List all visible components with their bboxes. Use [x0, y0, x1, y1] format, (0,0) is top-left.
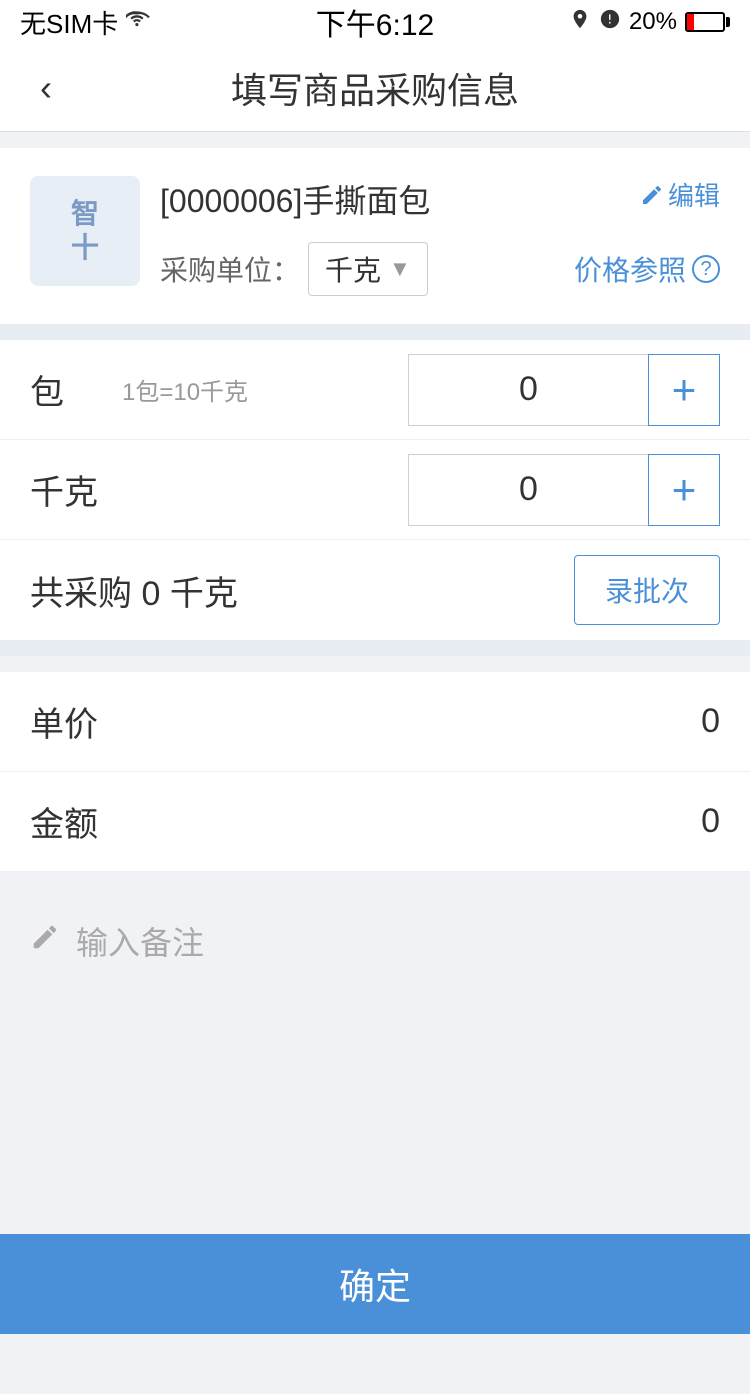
- unit-price-value: 0: [701, 702, 720, 741]
- battery-percent: 20%: [629, 8, 677, 36]
- price-section: 单价 0 金额 0: [0, 672, 750, 872]
- price-ref-button[interactable]: 价格参照 ?: [574, 249, 720, 289]
- unit-price-row: 单价 0: [0, 672, 750, 772]
- bag-qty-input[interactable]: 0: [408, 354, 648, 426]
- unit-select[interactable]: 千克 ▼: [308, 242, 428, 296]
- notes-section[interactable]: 输入备注: [0, 888, 750, 994]
- alarm-icon: [599, 8, 621, 37]
- bag-hint: 1包=10千克: [122, 372, 408, 407]
- summary-text: 共采购 0 千克: [30, 566, 238, 615]
- input-section: 包 1包=10千克 0 + 千克 +: [0, 340, 750, 540]
- page-title: 填写商品采购信息: [231, 62, 519, 114]
- bag-input-row: 包 1包=10千克 0 +: [0, 340, 750, 440]
- chevron-down-icon: ▼: [389, 256, 411, 282]
- bag-plus-button[interactable]: +: [648, 354, 720, 426]
- info-icon: ?: [692, 255, 720, 283]
- location-icon: [569, 8, 591, 37]
- wifi-icon: [126, 7, 154, 38]
- notes-placeholder[interactable]: 输入备注: [76, 918, 204, 964]
- section-divider-1: [0, 324, 750, 340]
- amount-value: 0: [701, 802, 720, 841]
- summary-row: 共采购 0 千克 录批次: [0, 540, 750, 640]
- price-ref-label: 价格参照: [574, 249, 686, 289]
- battery-icon: [685, 12, 730, 32]
- amount-row: 金额 0: [0, 772, 750, 872]
- status-bar-right: 20%: [569, 8, 730, 37]
- kg-qty-input[interactable]: [408, 454, 648, 526]
- bag-input-right: 0 +: [408, 354, 720, 426]
- carrier-label: 无SIM卡: [20, 4, 118, 41]
- status-bar-time: 下午6:12: [316, 0, 434, 44]
- unit-value: 千克: [325, 249, 381, 289]
- kg-plus-button[interactable]: +: [648, 454, 720, 526]
- kg-label: 千克: [30, 465, 110, 514]
- edit-button[interactable]: 编辑: [640, 176, 720, 213]
- status-bar-left: 无SIM卡: [20, 4, 154, 41]
- product-info: [0000006]手撕面包 编辑 采购单位： 千克 ▼ 价格参照 ?: [160, 176, 720, 296]
- kg-input-row: 千克 +: [0, 440, 750, 540]
- bag-label: 包: [30, 365, 110, 414]
- section-divider-2: [0, 640, 750, 656]
- pencil-icon: [30, 922, 60, 960]
- product-logo: 智 十: [30, 176, 140, 286]
- amount-label: 金额: [30, 797, 98, 846]
- status-bar: 无SIM卡 下午6:12 20%: [0, 0, 750, 44]
- confirm-button[interactable]: 确定: [0, 1234, 750, 1334]
- back-button[interactable]: ‹: [30, 57, 62, 119]
- product-logo-text: 智 十: [71, 197, 99, 264]
- unit-price-label: 单价: [30, 697, 98, 746]
- unit-label: 采购单位：: [160, 249, 300, 289]
- kg-input-right: +: [408, 454, 720, 526]
- product-card: 智 十 [0000006]手撕面包 编辑 采购单位： 千克 ▼: [0, 148, 750, 324]
- batch-button[interactable]: 录批次: [574, 555, 720, 625]
- nav-bar: ‹ 填写商品采购信息: [0, 44, 750, 132]
- product-name: [0000006]手撕面包: [160, 176, 430, 222]
